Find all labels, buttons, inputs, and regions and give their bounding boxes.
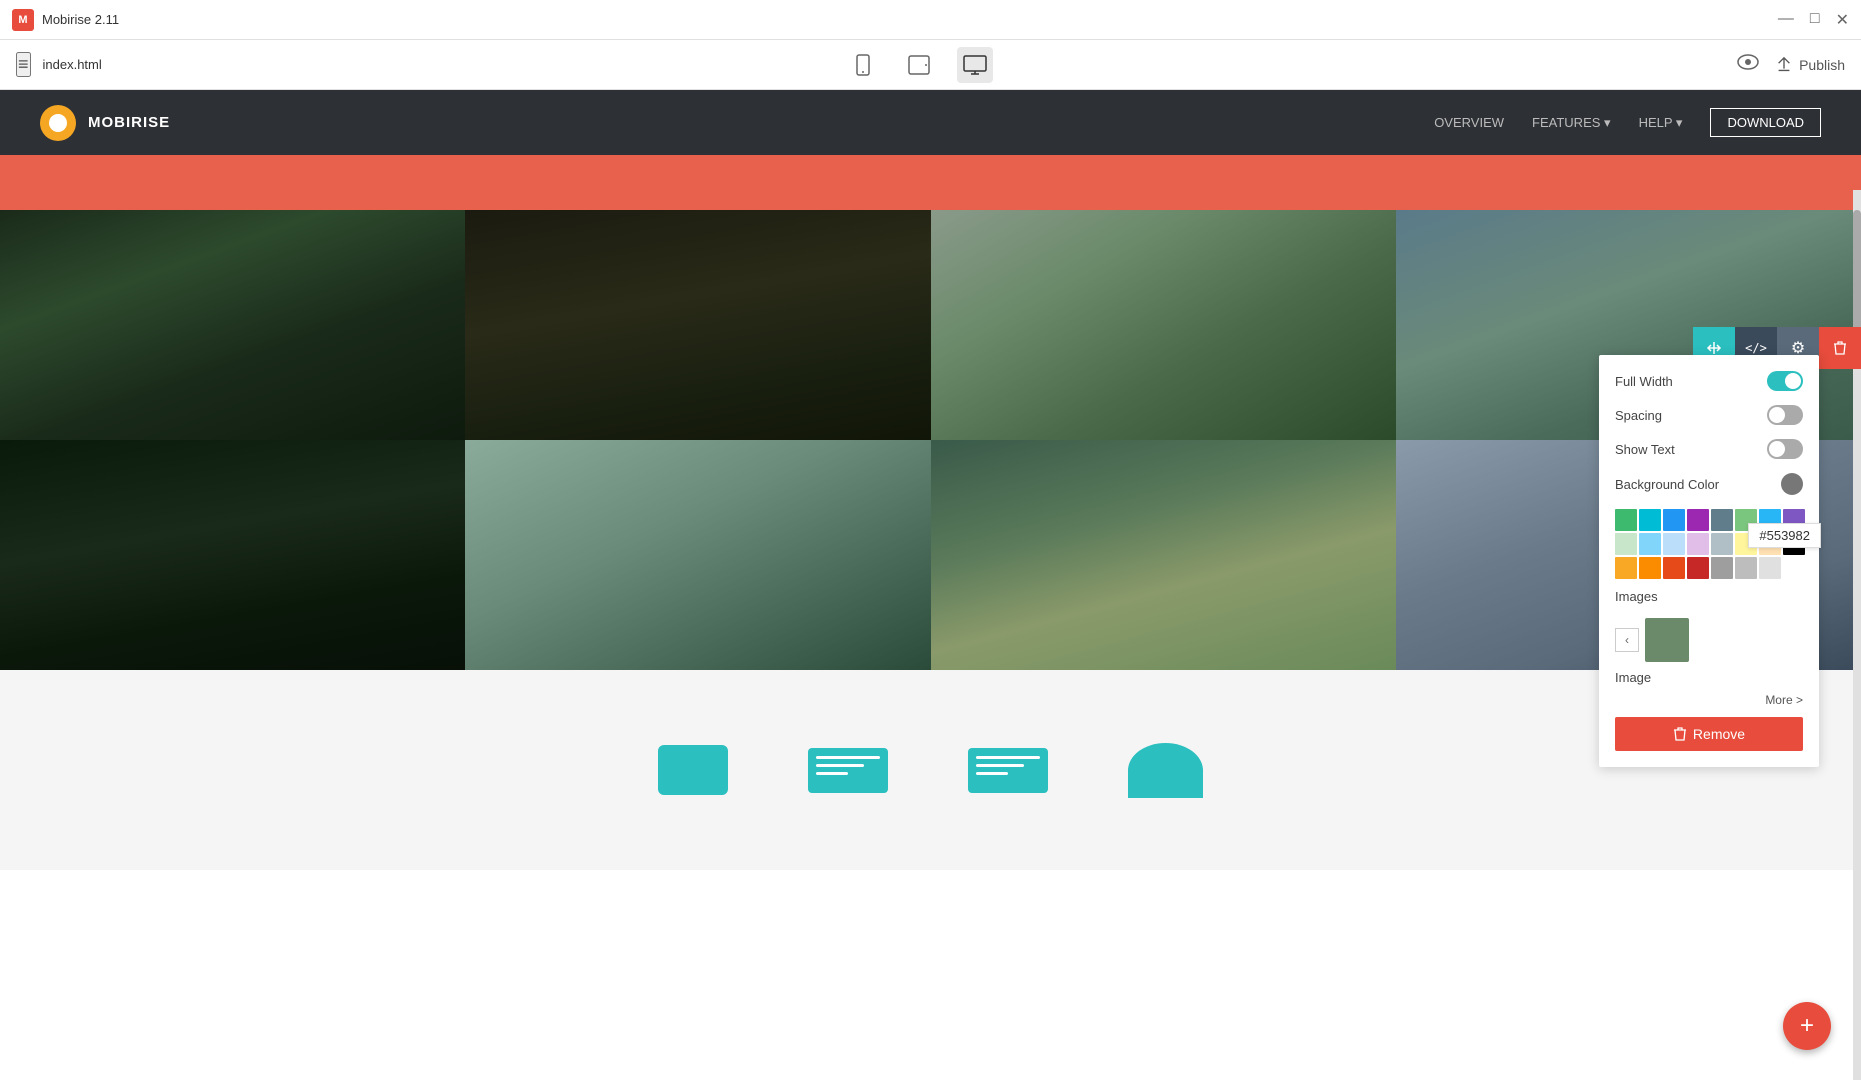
spacing-row: Spacing (1615, 405, 1803, 425)
gallery-cell-2[interactable] (465, 210, 930, 440)
color-swatch-4[interactable] (1711, 509, 1733, 531)
orange-section (0, 155, 1861, 210)
image-thumbnail (1645, 618, 1689, 662)
color-swatch-1[interactable] (1639, 509, 1661, 531)
app-title: Mobirise 2.11 (42, 12, 119, 27)
publish-label: Publish (1799, 57, 1845, 73)
color-swatch-23[interactable] (1783, 557, 1805, 579)
add-block-fab[interactable]: + (1783, 1002, 1831, 1050)
color-swatch-22[interactable] (1759, 557, 1781, 579)
image-thumb-row: ‹ (1615, 618, 1803, 662)
color-swatch-20[interactable] (1711, 557, 1733, 579)
gallery-cell-7[interactable] (931, 440, 1396, 670)
mobile-view-button[interactable] (845, 47, 881, 83)
color-swatch-18[interactable] (1663, 557, 1685, 579)
color-swatch-12[interactable] (1711, 533, 1733, 555)
logo-letter: M (18, 14, 27, 26)
titlebar: M Mobirise 2.11 — □ ✕ (0, 0, 1861, 40)
images-label: Images (1615, 589, 1658, 604)
bg-color-row: Background Color (1615, 473, 1803, 495)
color-swatch-11[interactable] (1687, 533, 1709, 555)
prev-image-button[interactable]: ‹ (1615, 628, 1639, 652)
minimize-button[interactable]: — (1778, 10, 1794, 30)
color-swatch-17[interactable] (1639, 557, 1661, 579)
desktop-view-button[interactable] (957, 47, 993, 83)
full-width-row: Full Width (1615, 371, 1803, 391)
delete-block-button[interactable] (1819, 327, 1861, 369)
bottom-section (0, 670, 1861, 870)
gallery-grid (0, 210, 1861, 670)
remove-label: Remove (1693, 726, 1745, 742)
bg-color-swatch[interactable] (1781, 473, 1803, 495)
scrollbar[interactable] (1853, 190, 1861, 1080)
color-swatch-10[interactable] (1663, 533, 1685, 555)
close-button[interactable]: ✕ (1836, 10, 1849, 30)
feature-icon-4 (1128, 743, 1203, 798)
gallery-cell-3[interactable] (931, 210, 1396, 440)
color-swatch-2[interactable] (1663, 509, 1685, 531)
gallery-cell-1[interactable] (0, 210, 465, 440)
color-swatch-8[interactable] (1615, 533, 1637, 555)
gallery-cell-6[interactable] (465, 440, 930, 670)
preview-button[interactable] (1737, 53, 1759, 76)
nav-download[interactable]: DOWNLOAD (1710, 108, 1821, 137)
spacing-label: Spacing (1615, 408, 1662, 423)
titlebar-left: M Mobirise 2.11 (12, 9, 119, 31)
show-text-row: Show Text (1615, 439, 1803, 459)
site-brand: MOBIRISE (40, 105, 170, 141)
tablet-view-button[interactable] (901, 47, 937, 83)
toggle-knob-2 (1769, 407, 1785, 423)
publish-button[interactable]: Publish (1775, 56, 1845, 74)
maximize-button[interactable]: □ (1810, 10, 1820, 30)
spacing-toggle[interactable] (1767, 405, 1803, 425)
toggle-knob-1 (1785, 373, 1801, 389)
color-swatch-16[interactable] (1615, 557, 1637, 579)
scrollbar-thumb (1853, 210, 1861, 330)
show-text-toggle[interactable] (1767, 439, 1803, 459)
toolbar-right: Publish (1737, 53, 1845, 76)
teal-icon-4 (1128, 743, 1203, 798)
color-swatch-9[interactable] (1639, 533, 1661, 555)
preview-area: MOBIRISE OVERVIEW FEATURES HELP DOWNLOAD (0, 90, 1861, 1080)
color-swatch-3[interactable] (1687, 509, 1709, 531)
image-label: Image (1615, 670, 1803, 685)
hex-tooltip: #553982 (1748, 523, 1821, 548)
toggle-knob-3 (1769, 441, 1785, 457)
hamburger-menu[interactable]: ≡ (16, 52, 31, 77)
nav-features[interactable]: FEATURES (1532, 115, 1611, 131)
app-logo: M (12, 9, 34, 31)
toolbar-left: ≡ index.html (16, 52, 102, 77)
color-swatch-21[interactable] (1735, 557, 1757, 579)
color-swatch-19[interactable] (1687, 557, 1709, 579)
toolbar: ≡ index.html Publish (0, 40, 1861, 90)
feature-icon-1 (658, 745, 728, 795)
gallery-cell-5[interactable] (0, 440, 465, 670)
bg-color-label: Background Color (1615, 477, 1719, 492)
window-controls: — □ ✕ (1778, 10, 1849, 30)
teal-icon-2 (808, 748, 888, 793)
teal-icon-1 (658, 745, 728, 795)
filename-label: index.html (43, 57, 102, 72)
color-swatch-0[interactable] (1615, 509, 1637, 531)
nav-overview[interactable]: OVERVIEW (1434, 115, 1504, 130)
nav-help[interactable]: HELP (1639, 115, 1683, 131)
feature-icon-2 (808, 748, 888, 793)
site-brand-name: MOBIRISE (88, 114, 170, 131)
site-logo (40, 105, 76, 141)
teal-icon-3 (968, 748, 1048, 793)
site-navbar: MOBIRISE OVERVIEW FEATURES HELP DOWNLOAD (0, 90, 1861, 155)
show-text-label: Show Text (1615, 442, 1675, 457)
settings-panel: Full Width Spacing Show Text Background … (1599, 355, 1819, 767)
site-logo-inner (49, 114, 67, 132)
full-width-label: Full Width (1615, 374, 1673, 389)
feature-icon-3 (968, 748, 1048, 793)
site-nav: OVERVIEW FEATURES HELP DOWNLOAD (1434, 108, 1821, 137)
images-section: Images ‹ Image More > (1615, 589, 1803, 707)
remove-button[interactable]: Remove (1615, 717, 1803, 751)
more-link[interactable]: More > (1615, 693, 1803, 707)
full-width-toggle[interactable] (1767, 371, 1803, 391)
device-switcher (845, 47, 993, 83)
